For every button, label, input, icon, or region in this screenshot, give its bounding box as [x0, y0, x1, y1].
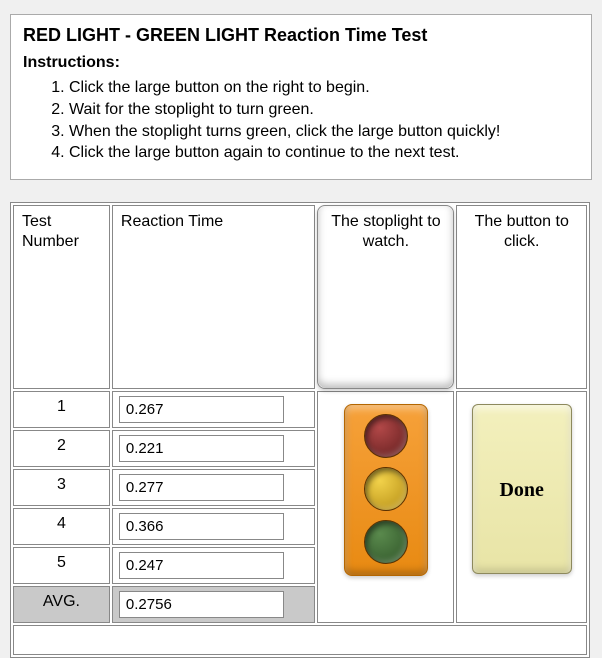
stoplight-red-lamp: [364, 414, 408, 458]
reaction-time-cell: [112, 391, 315, 428]
stoplight-green-lamp: [364, 520, 408, 564]
col-reaction-time: Reaction Time: [112, 205, 315, 389]
instruction-step: Click the large button on the right to b…: [69, 78, 579, 99]
page-title: RED LIGHT - GREEN LIGHT Reaction Time Te…: [23, 25, 579, 46]
instruction-step: Wait for the stoplight to turn green.: [69, 100, 579, 121]
col-stoplight: The stoplight to watch.: [317, 205, 454, 389]
avg-input[interactable]: [119, 591, 284, 618]
test-number-cell: 5: [13, 547, 110, 584]
reaction-time-cell: [112, 430, 315, 467]
reaction-time-cell: [112, 547, 315, 584]
test-number-cell: 1: [13, 391, 110, 428]
reaction-time-input[interactable]: [119, 513, 284, 540]
stoplight-cell: [317, 391, 454, 623]
reaction-time-input[interactable]: [119, 552, 284, 579]
reaction-time-input[interactable]: [119, 474, 284, 501]
stoplight-yellow-lamp: [364, 467, 408, 511]
col-button: The button to click.: [456, 205, 587, 389]
avg-label-cell: AVG.: [13, 586, 110, 623]
test-number-cell: 2: [13, 430, 110, 467]
reaction-time-cell: [112, 508, 315, 545]
button-cell: Done: [456, 391, 587, 623]
reaction-time-input[interactable]: [119, 435, 284, 462]
instruction-step: Click the large button again to continue…: [69, 143, 579, 164]
footer-row: [13, 625, 587, 655]
reaction-time-input[interactable]: [119, 396, 284, 423]
avg-value-cell: [112, 586, 315, 623]
instructions-heading: Instructions:: [23, 54, 579, 72]
col-test-number: Test Number: [13, 205, 110, 389]
test-number-cell: 3: [13, 469, 110, 506]
instruction-step: When the stoplight turns green, click th…: [69, 122, 579, 143]
instructions-list: Click the large button on the right to b…: [23, 78, 579, 164]
done-button[interactable]: Done: [472, 404, 572, 574]
table-row: 1 Done: [13, 391, 587, 428]
instructions-panel: RED LIGHT - GREEN LIGHT Reaction Time Te…: [10, 14, 592, 180]
test-number-cell: 4: [13, 508, 110, 545]
results-table: Test Number Reaction Time The stoplight …: [10, 202, 590, 658]
reaction-time-cell: [112, 469, 315, 506]
stoplight-icon: [344, 404, 428, 576]
